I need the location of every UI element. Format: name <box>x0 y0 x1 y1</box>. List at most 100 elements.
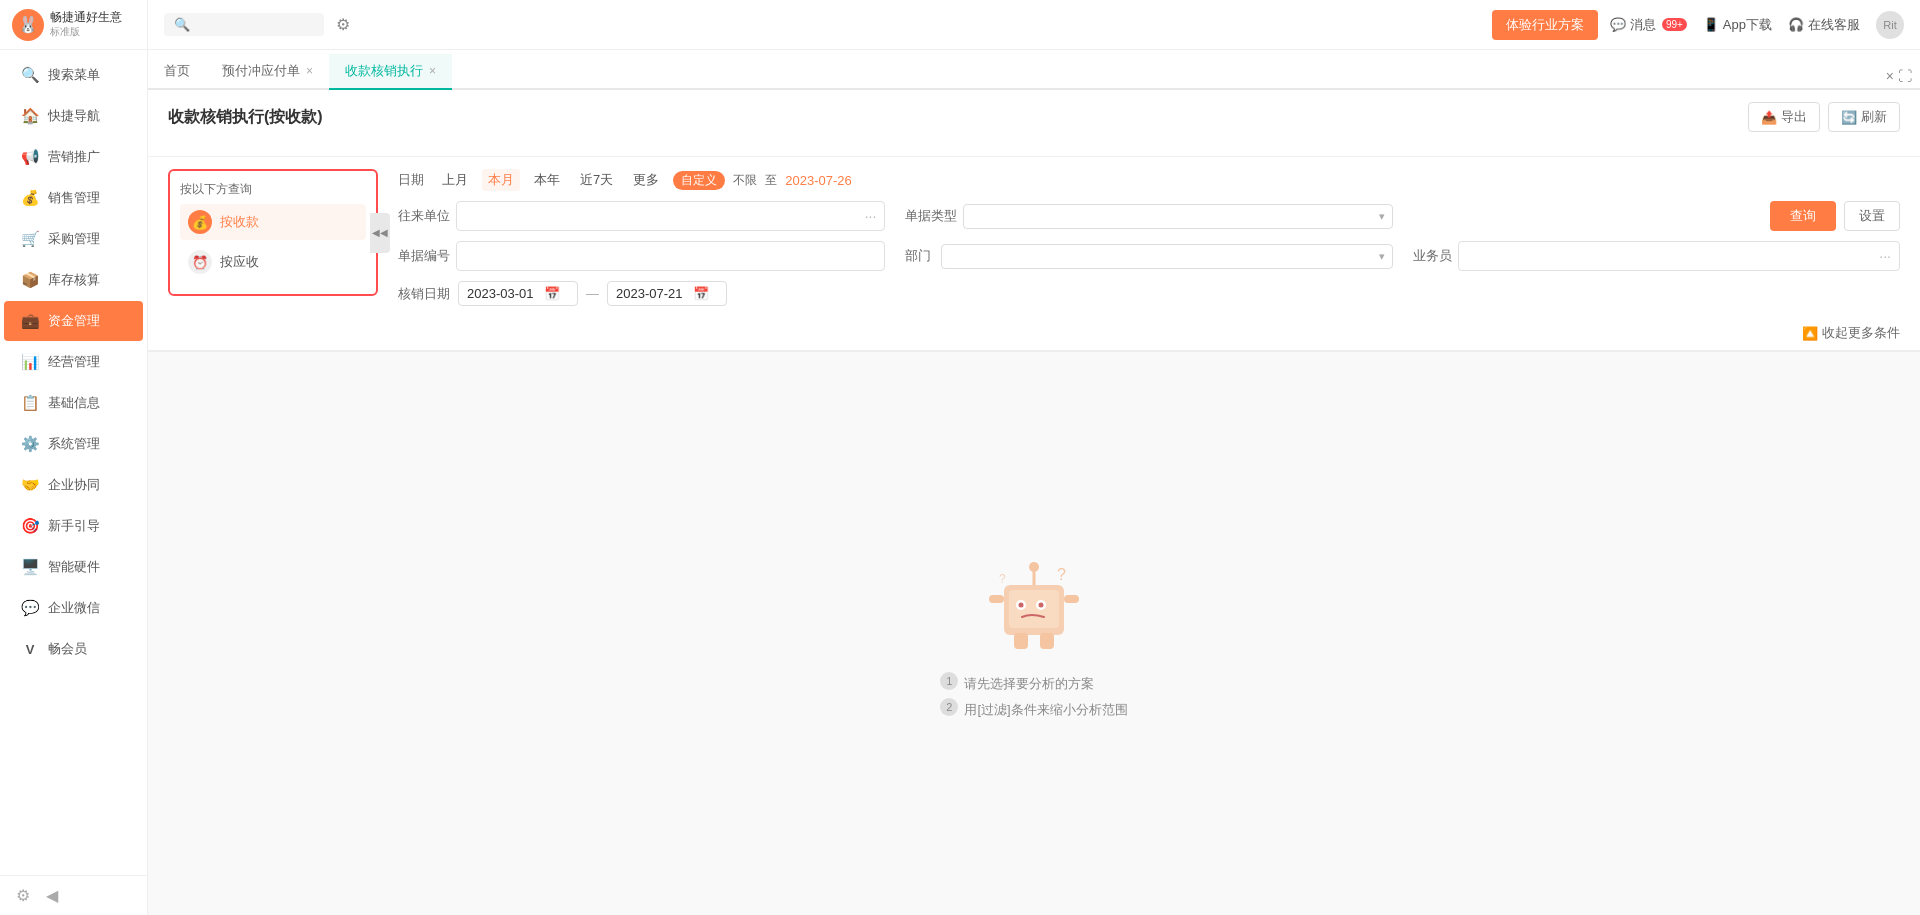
refresh-button[interactable]: 🔄 刷新 <box>1828 102 1900 132</box>
tabs-maximize-button[interactable]: ⛶ <box>1898 68 1912 84</box>
logo-title: 畅捷通好生意 <box>50 10 122 26</box>
svg-rect-1 <box>1009 590 1059 628</box>
empty-state: ? ? 1 请先选择要分析的方案 2 用[过滤]条件来缩小分析范围 <box>940 545 1127 723</box>
filter-by-receivable-item[interactable]: ⏰ 按应收 <box>180 244 366 280</box>
svg-point-5 <box>1038 602 1043 607</box>
left-filter-panel: 按以下方查询 💰 按收款 ⏰ 按应收 ◀◀ <box>168 169 378 296</box>
inventory-icon: 📦 <box>20 270 40 290</box>
topbar: 🔍 ⚙ 体验行业方案 💬 消息 99+ 📱 App下载 🎧 在线客服 Rit <box>148 0 1920 50</box>
sidebar-label: 资金管理 <box>48 312 100 330</box>
filter-type-title: 按以下方查询 <box>180 181 366 198</box>
logo-icon: 🐰 <box>12 9 44 41</box>
filter-by-receipt-item[interactable]: 💰 按收款 <box>180 204 366 240</box>
doc-type-filter: 单据类型 <box>905 204 1392 229</box>
user-avatar[interactable]: Rit <box>1876 11 1904 39</box>
empty-state-area: ? ? 1 请先选择要分析的方案 2 用[过滤]条件来缩小分析范围 <box>148 352 1920 915</box>
sidebar-item-purchase[interactable]: 🛒 采购管理 <box>4 219 143 259</box>
collapse-more-button[interactable]: 🔼 收起更多条件 <box>1802 324 1900 342</box>
sidebar-label: 采购管理 <box>48 230 100 248</box>
sidebar-label: 基础信息 <box>48 394 100 412</box>
calendar-to-icon[interactable]: 📅 <box>693 286 709 301</box>
calendar-from-icon[interactable]: 📅 <box>544 286 560 301</box>
collapse-more-bar: 🔼 收起更多条件 <box>148 316 1920 351</box>
date-custom-tag[interactable]: 自定义 <box>673 171 725 190</box>
sidebar-item-guide[interactable]: 🎯 新手引导 <box>4 506 143 546</box>
doc-type-label: 单据类型 <box>905 207 957 225</box>
enterprise-icon: 🤝 <box>20 475 40 495</box>
doc-number-filter: 单据编号 <box>398 241 885 271</box>
sidebar-item-member[interactable]: V 畅会员 <box>4 629 143 669</box>
sidebar-item-quick-nav[interactable]: 🏠 快捷导航 <box>4 96 143 136</box>
sidebar-item-basic-info[interactable]: 📋 基础信息 <box>4 383 143 423</box>
sidebar-label: 快捷导航 <box>48 107 100 125</box>
staff-input[interactable]: ··· <box>1458 241 1900 271</box>
settings-button[interactable]: 设置 <box>1844 201 1900 231</box>
sidebar-item-operation[interactable]: 📊 经营管理 <box>4 342 143 382</box>
sidebar-item-inventory[interactable]: 📦 库存核算 <box>4 260 143 300</box>
counterparty-label: 往来单位 <box>398 207 450 225</box>
refresh-icon: 🔄 <box>1841 110 1857 125</box>
date-btn-this-year[interactable]: 本年 <box>528 169 566 191</box>
tab-prepay[interactable]: 预付冲应付单 × <box>206 54 329 90</box>
topbar-search-box: 🔍 <box>164 13 324 36</box>
verify-date-to-input[interactable]: 2023-07-21 📅 <box>607 281 727 306</box>
date-no-limit-text: 不限 <box>733 172 757 189</box>
sidebar-item-hardware[interactable]: 🖥️ 智能硬件 <box>4 547 143 587</box>
query-button[interactable]: 查询 <box>1770 201 1836 231</box>
app-download-action[interactable]: 📱 App下载 <box>1703 16 1772 34</box>
date-btn-last7days[interactable]: 近7天 <box>574 169 619 191</box>
verify-date-from-input[interactable]: 2023-03-01 📅 <box>458 281 578 306</box>
tab-home[interactable]: 首页 <box>148 54 206 90</box>
date-btn-more[interactable]: 更多 <box>627 169 665 191</box>
wechat-icon: 💬 <box>20 598 40 618</box>
tab-receipt-cancel[interactable]: 收款核销执行 × <box>329 54 452 90</box>
export-button[interactable]: 📤 导出 <box>1748 102 1820 132</box>
tab-receipt-cancel-label: 收款核销执行 <box>345 62 423 80</box>
sidebar-label: 库存核算 <box>48 271 100 289</box>
sidebar-nav: 🔍 搜索菜单 🏠 快捷导航 📢 营销推广 💰 销售管理 🛒 采购管理 📦 库存核… <box>0 50 147 875</box>
gear-button[interactable]: ⚙ <box>336 15 350 34</box>
sidebar-item-finance[interactable]: 💼 资金管理 <box>4 301 143 341</box>
collapse-sidebar-icon[interactable]: ◀ <box>46 886 58 905</box>
settings-footer-icon[interactable]: ⚙ <box>16 886 30 905</box>
sidebar-label: 企业微信 <box>48 599 100 617</box>
doc-number-input[interactable] <box>456 241 885 271</box>
panel-collapse-button[interactable]: ◀◀ <box>370 213 390 253</box>
topbar-actions: 💬 消息 99+ 📱 App下载 🎧 在线客服 Rit <box>1610 11 1904 39</box>
by-receivable-icon: ⏰ <box>188 250 212 274</box>
page-title: 收款核销执行(按收款) <box>168 107 323 140</box>
staff-dots[interactable]: ··· <box>1879 248 1891 264</box>
sidebar-item-system[interactable]: ⚙️ 系统管理 <box>4 424 143 464</box>
tabs-close-button[interactable]: × <box>1886 68 1894 84</box>
counterparty-input[interactable]: ··· <box>456 201 885 231</box>
sidebar-item-search-menu[interactable]: 🔍 搜索菜单 <box>4 55 143 95</box>
user-name: Rit <box>1883 19 1896 31</box>
counterparty-filter: 往来单位 ··· <box>398 201 885 231</box>
filter-right: 日期 上月 本月 本年 近7天 更多 自定义 不限 至 2023-07-26 <box>398 169 1900 316</box>
app-download-icon: 📱 <box>1703 17 1719 32</box>
sidebar-item-enterprise[interactable]: 🤝 企业协同 <box>4 465 143 505</box>
counterparty-dots[interactable]: ··· <box>865 208 877 224</box>
tab-prepay-close[interactable]: × <box>306 64 313 78</box>
doc-number-label: 单据编号 <box>398 247 450 265</box>
online-service-label: 在线客服 <box>1808 16 1860 34</box>
date-btn-this-month[interactable]: 本月 <box>482 169 520 191</box>
sidebar: 🐰 畅捷通好生意 标准版 🔍 搜索菜单 🏠 快捷导航 📢 营销推广 💰 销售管理… <box>0 0 148 915</box>
date-filter-row: 日期 上月 本月 本年 近7天 更多 自定义 不限 至 2023-07-26 <box>398 169 1900 191</box>
svg-point-3 <box>1018 602 1023 607</box>
tip-num-1: 1 <box>940 672 958 690</box>
date-btn-last-month[interactable]: 上月 <box>436 169 474 191</box>
message-action[interactable]: 💬 消息 99+ <box>1610 16 1687 34</box>
doc-type-select[interactable] <box>963 204 1392 229</box>
svg-rect-8 <box>1014 633 1028 649</box>
online-service-action[interactable]: 🎧 在线客服 <box>1788 16 1860 34</box>
sidebar-item-wechat[interactable]: 💬 企业微信 <box>4 588 143 628</box>
tab-receipt-cancel-close[interactable]: × <box>429 64 436 78</box>
sidebar-item-sales[interactable]: 💰 销售管理 <box>4 178 143 218</box>
filter-row-1: 按以下方查询 💰 按收款 ⏰ 按应收 ◀◀ <box>148 157 1920 316</box>
finance-icon: 💼 <box>20 311 40 331</box>
sidebar-label: 营销推广 <box>48 148 100 166</box>
industry-plan-button[interactable]: 体验行业方案 <box>1492 10 1598 40</box>
department-select[interactable] <box>941 244 1392 269</box>
sidebar-item-marketing[interactable]: 📢 营销推广 <box>4 137 143 177</box>
